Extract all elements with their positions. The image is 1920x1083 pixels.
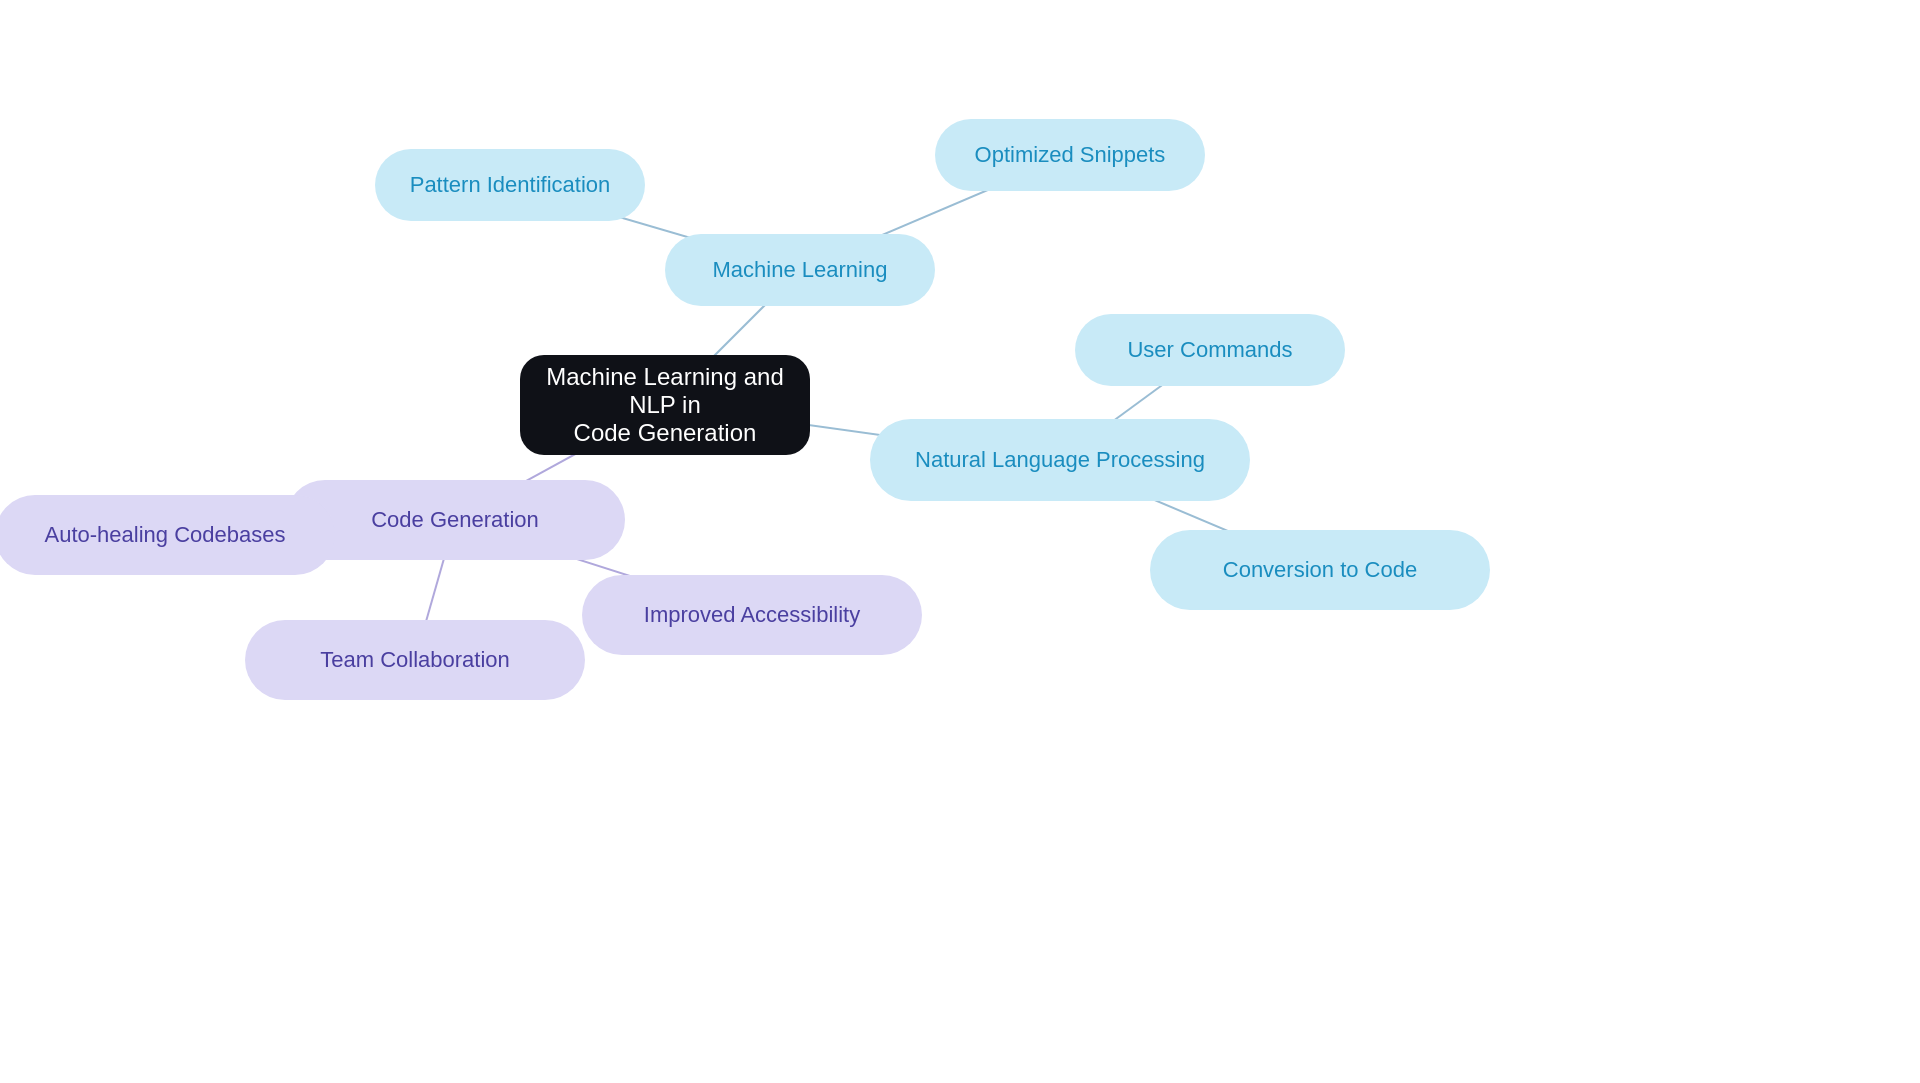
pattern-identification-node: Pattern Identification — [375, 149, 645, 221]
code-generation-node: Code Generation — [285, 480, 625, 560]
optimized-snippets-node: Optimized Snippets — [935, 119, 1205, 191]
auto-healing-label: Auto-healing Codebases — [45, 522, 286, 548]
nlp-node: Natural Language Processing — [870, 419, 1250, 501]
pattern-identification-label: Pattern Identification — [410, 172, 611, 198]
center-node: Machine Learning and NLP in Code Generat… — [520, 355, 810, 455]
user-commands-node: User Commands — [1075, 314, 1345, 386]
auto-healing-node: Auto-healing Codebases — [0, 495, 335, 575]
code-generation-label: Code Generation — [371, 507, 539, 533]
improved-accessibility-node: Improved Accessibility — [582, 575, 922, 655]
nlp-label: Natural Language Processing — [915, 447, 1205, 473]
conversion-to-code-node: Conversion to Code — [1150, 530, 1490, 610]
machine-learning-label: Machine Learning — [713, 257, 888, 283]
conversion-to-code-label: Conversion to Code — [1223, 557, 1417, 583]
team-collaboration-node: Team Collaboration — [245, 620, 585, 700]
user-commands-label: User Commands — [1127, 337, 1292, 363]
improved-accessibility-label: Improved Accessibility — [644, 602, 860, 628]
optimized-snippets-label: Optimized Snippets — [975, 142, 1166, 168]
team-collaboration-label: Team Collaboration — [320, 647, 510, 673]
machine-learning-node: Machine Learning — [665, 234, 935, 306]
center-node-label: Machine Learning and NLP in Code Generat… — [520, 363, 810, 447]
